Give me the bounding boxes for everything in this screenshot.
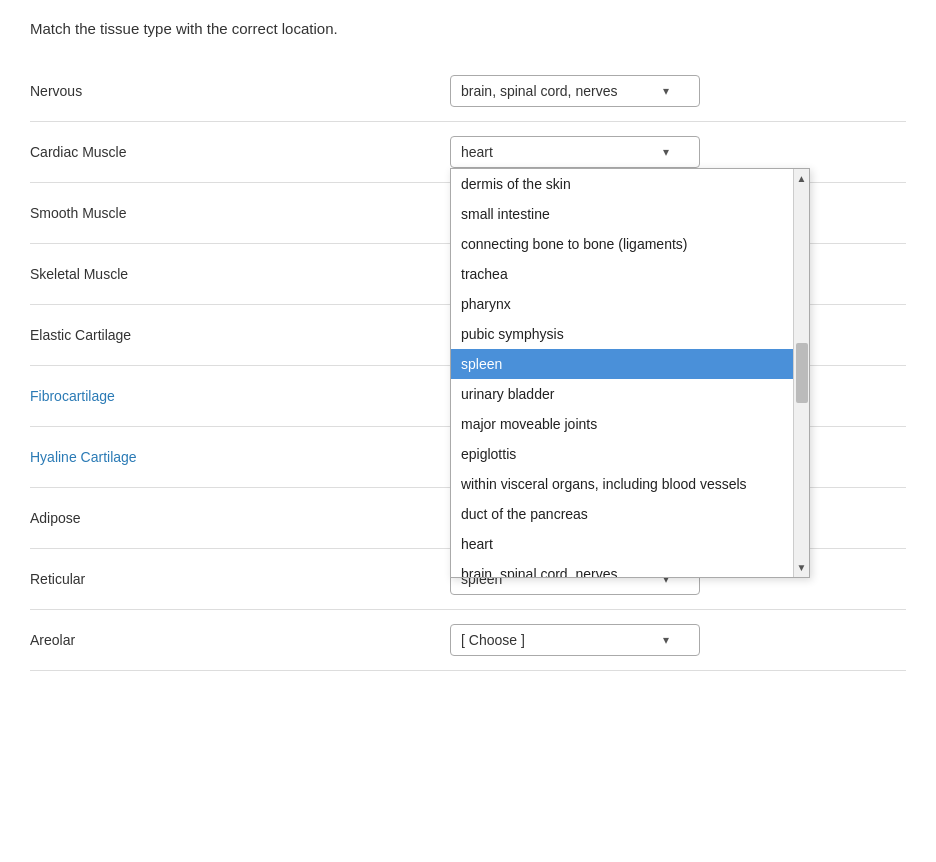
select-cardiac[interactable]: heart ▾ xyxy=(450,136,700,168)
label-skeletal: Skeletal Muscle xyxy=(30,266,450,282)
dropdown-item-dermis[interactable]: dermis of the skin xyxy=(451,169,793,199)
label-adipose: Adipose xyxy=(30,510,450,526)
dropdown-item-within-visceral[interactable]: within visceral organs, including blood … xyxy=(451,469,793,499)
select-areolar[interactable]: [ Choose ] ▾ xyxy=(450,624,700,656)
label-areolar: Areolar xyxy=(30,632,450,648)
label-elastic: Elastic Cartilage xyxy=(30,327,450,343)
chevron-nervous-icon: ▾ xyxy=(663,84,669,98)
label-cardiac: Cardiac Muscle xyxy=(30,136,450,160)
chevron-cardiac-icon: ▾ xyxy=(663,145,669,159)
select-wrapper-cardiac: heart ▾ dermis of the skinsmall intestin… xyxy=(450,136,700,168)
label-smooth: Smooth Muscle xyxy=(30,205,450,221)
dropdown-scroll[interactable]: dermis of the skinsmall intestineconnect… xyxy=(451,169,793,577)
scroll-down-icon[interactable]: ▼ xyxy=(795,560,809,575)
dropdown-item-ligaments[interactable]: connecting bone to bone (ligaments) xyxy=(451,229,793,259)
dropdown-item-pubic-symphysis[interactable]: pubic symphysis xyxy=(451,319,793,349)
scroll-up-icon[interactable]: ▲ xyxy=(795,171,809,186)
chevron-areolar-icon: ▾ xyxy=(663,633,669,647)
instruction-text: Match the tissue type with the correct l… xyxy=(30,20,906,37)
label-hyaline: Hyaline Cartilage xyxy=(30,449,450,465)
dropdown-cardiac: dermis of the skinsmall intestineconnect… xyxy=(450,168,810,578)
dropdown-item-duct-pancreas[interactable]: duct of the pancreas xyxy=(451,499,793,529)
row-nervous: Nervous brain, spinal cord, nerves ▾ xyxy=(30,61,906,122)
select-nervous[interactable]: brain, spinal cord, nerves ▾ xyxy=(450,75,700,107)
label-reticular: Reticular xyxy=(30,571,450,587)
scrollbar-track: ▲ ▼ xyxy=(793,169,809,577)
select-nervous-value: brain, spinal cord, nerves xyxy=(461,83,617,99)
dropdown-item-small-intestine[interactable]: small intestine xyxy=(451,199,793,229)
row-cardiac: Cardiac Muscle heart ▾ dermis of the ski… xyxy=(30,122,906,183)
dropdown-item-urinary-bladder[interactable]: urinary bladder xyxy=(451,379,793,409)
scrollbar-thumb[interactable] xyxy=(796,343,808,403)
label-fibro: Fibrocartilage xyxy=(30,388,450,404)
dropdown-item-spleen[interactable]: spleen xyxy=(451,349,793,379)
dropdown-item-brain-spinal[interactable]: brain, spinal cord, nerves xyxy=(451,559,793,577)
select-areolar-value: [ Choose ] xyxy=(461,632,525,648)
dropdown-item-pharynx[interactable]: pharynx xyxy=(451,289,793,319)
dropdown-item-heart[interactable]: heart xyxy=(451,529,793,559)
select-wrapper-areolar: [ Choose ] ▾ xyxy=(450,624,700,656)
select-wrapper-nervous: brain, spinal cord, nerves ▾ xyxy=(450,75,700,107)
row-areolar: Areolar [ Choose ] ▾ xyxy=(30,610,906,671)
label-nervous: Nervous xyxy=(30,83,450,99)
dropdown-item-epiglottis[interactable]: epiglottis xyxy=(451,439,793,469)
dropdown-item-major-moveable-joints[interactable]: major moveable joints xyxy=(451,409,793,439)
select-cardiac-value: heart xyxy=(461,144,493,160)
dropdown-item-trachea[interactable]: trachea xyxy=(451,259,793,289)
